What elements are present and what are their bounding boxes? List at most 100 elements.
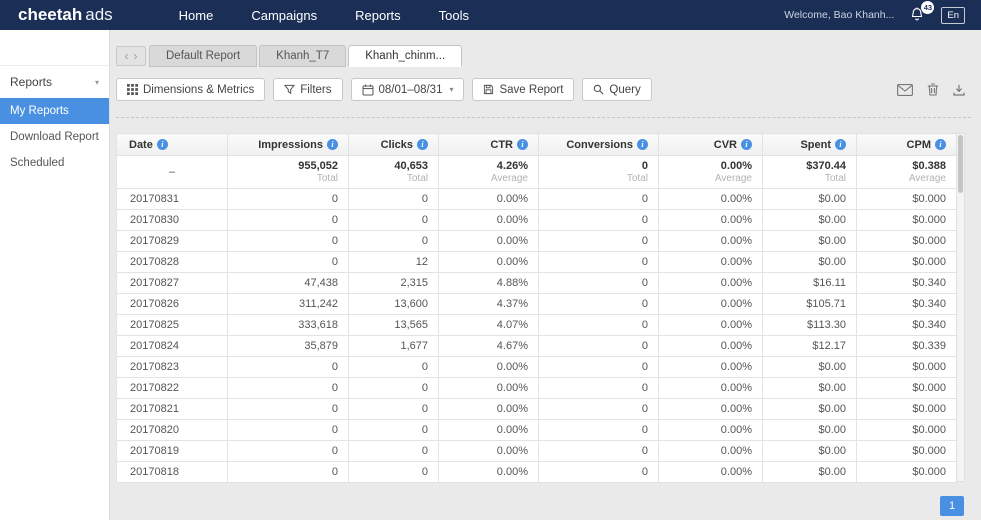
table-row: 20170822 0 0 0.00% 0 0.00% $0.00 $0.000 xyxy=(116,377,957,399)
table-cell: $0.339 xyxy=(856,335,957,357)
table-cell: 0.00% xyxy=(658,440,763,462)
info-icon[interactable]: i xyxy=(156,138,168,150)
totals-value: 4.26% xyxy=(496,159,528,172)
column-header-date[interactable]: Date i xyxy=(116,133,228,156)
table-cell: 13,600 xyxy=(348,293,439,315)
tab-khanh-chinm[interactable]: Khanh_chinm... xyxy=(348,45,463,67)
table-cell: 0.00% xyxy=(438,377,539,399)
table-scrollbar[interactable] xyxy=(956,133,965,482)
column-label: CTR xyxy=(490,138,513,151)
table-scrollbar-thumb[interactable] xyxy=(958,135,963,193)
info-icon[interactable]: i xyxy=(741,138,752,150)
tab-default-report[interactable]: Default Report xyxy=(149,45,258,67)
table-row: 20170823 0 0 0.00% 0 0.00% $0.00 $0.000 xyxy=(116,356,957,378)
filter-icon xyxy=(284,84,296,95)
table-cell: 0.00% xyxy=(438,356,539,378)
tab-scroll-left-icon[interactable]: ‹ xyxy=(125,49,129,63)
table-cell: 0.00% xyxy=(438,419,539,441)
sidebar-section-reports[interactable]: Reports ▾ xyxy=(0,66,109,98)
nav-item-campaigns[interactable]: Campaigns xyxy=(251,8,317,23)
notifications-button[interactable]: 43 xyxy=(909,1,935,24)
totals-sublabel: Total xyxy=(824,172,846,184)
info-icon[interactable]: i xyxy=(417,138,428,150)
tab-scroll-right-icon[interactable]: › xyxy=(134,49,138,63)
table-cell: $0.00 xyxy=(762,377,857,399)
table-row: 20170827 47,438 2,315 4.88% 0 0.00% $16.11 $0.3… xyxy=(116,272,957,294)
save-report-button[interactable]: Save Report xyxy=(472,78,575,101)
sidebar-item-scheduled[interactable]: Scheduled xyxy=(0,150,109,176)
column-label: CVR xyxy=(713,138,737,151)
nav-item-home[interactable]: Home xyxy=(179,8,214,23)
totals-value: $370.44 xyxy=(806,159,846,172)
table-cell: $0.00 xyxy=(762,419,857,441)
dimensions-metrics-button[interactable]: Dimensions & Metrics xyxy=(116,78,266,101)
column-label: Impressions xyxy=(258,138,323,151)
column-header-cvr[interactable]: CVR i xyxy=(658,133,763,156)
totals-sublabel: Total xyxy=(626,172,648,184)
filters-button[interactable]: Filters xyxy=(273,78,343,101)
table-cell: 0 xyxy=(538,272,659,294)
pagination-page-button[interactable]: 1 xyxy=(940,496,964,516)
sidebar-item-my-reports[interactable]: My Reports xyxy=(0,98,109,124)
table-cell: 4.67% xyxy=(438,335,539,357)
table-cell: $113.30 xyxy=(762,314,857,336)
tab-khanh-t7[interactable]: Khanh_T7 xyxy=(259,45,347,67)
table-cell: 0.00% xyxy=(438,440,539,462)
delete-report-button[interactable] xyxy=(927,83,939,96)
totals-value: 0 xyxy=(641,159,648,172)
date-range-button[interactable]: 08/01–08/31 ▾ xyxy=(350,78,465,101)
table-cell: $0.000 xyxy=(856,461,957,483)
table-row: 20170824 35,879 1,677 4.67% 0 0.00% $12.17 $0.3… xyxy=(116,335,957,357)
table-cell: 0 xyxy=(227,188,349,210)
sidebar-item-download-report[interactable]: Download Report xyxy=(0,124,109,150)
column-header-conversions[interactable]: Conversions i xyxy=(538,133,659,156)
column-header-ctr[interactable]: CTR i xyxy=(438,133,539,156)
table-cell: $0.340 xyxy=(856,314,957,336)
tab-scroll-arrows[interactable]: ‹ › xyxy=(116,46,146,66)
info-icon[interactable]: i xyxy=(935,138,946,150)
column-header-clicks[interactable]: Clicks i xyxy=(348,133,439,156)
download-report-button[interactable] xyxy=(953,84,965,96)
table-cell: 0 xyxy=(227,461,349,483)
table-row: 20170826 311,242 13,600 4.37% 0 0.00% $105.71 $… xyxy=(116,293,957,315)
email-report-button[interactable] xyxy=(897,83,913,96)
table-cell: 20170831 xyxy=(116,188,228,210)
language-button[interactable]: En xyxy=(941,6,965,24)
table-cell: 0 xyxy=(538,230,659,252)
table-cell: 0 xyxy=(538,251,659,273)
totals-cell: 0 Total xyxy=(538,155,659,189)
calendar-icon xyxy=(362,84,374,95)
info-icon[interactable]: i xyxy=(637,138,648,150)
table-row: 20170821 0 0 0.00% 0 0.00% $0.00 $0.000 xyxy=(116,398,957,420)
info-icon[interactable]: i xyxy=(327,138,338,150)
table-cell: 0 xyxy=(538,356,659,378)
column-header-cpm[interactable]: CPM i xyxy=(856,133,957,156)
table-cell: 0 xyxy=(348,440,439,462)
table-cell: 0.00% xyxy=(658,188,763,210)
table-cell: 20170830 xyxy=(116,209,228,231)
column-header-spent[interactable]: Spent i xyxy=(762,133,857,156)
table-cell: 0 xyxy=(348,188,439,210)
table-cell: $0.340 xyxy=(856,293,957,315)
column-label: CPM xyxy=(906,138,931,151)
info-icon[interactable]: i xyxy=(835,138,846,150)
info-icon[interactable]: i xyxy=(517,138,528,150)
search-icon xyxy=(594,84,604,95)
report-tabs: Default Report Khanh_T7 Khanh_chinm... xyxy=(149,45,464,67)
toolbar: Dimensions & Metrics Filters 08/01–08/31… xyxy=(116,78,973,101)
main-content: ‹ › Default Report Khanh_T7 Khanh_chinm...… xyxy=(110,30,981,520)
table-cell: $0.340 xyxy=(856,272,957,294)
table-cell: 0.00% xyxy=(658,230,763,252)
table-cell: 20170824 xyxy=(116,335,228,357)
table-cell: 0 xyxy=(538,419,659,441)
table-cell: 0 xyxy=(538,440,659,462)
column-label: Spent xyxy=(800,138,831,151)
table-cell: $0.000 xyxy=(856,209,957,231)
table-cell: 0 xyxy=(227,419,349,441)
nav-item-tools[interactable]: Tools xyxy=(439,8,469,23)
column-header-impressions[interactable]: Impressions i xyxy=(227,133,349,156)
query-button[interactable]: Query xyxy=(582,78,652,101)
table-cell: 4.07% xyxy=(438,314,539,336)
nav-item-reports[interactable]: Reports xyxy=(355,8,401,23)
brand-logo[interactable]: cheetah ads xyxy=(18,5,113,25)
